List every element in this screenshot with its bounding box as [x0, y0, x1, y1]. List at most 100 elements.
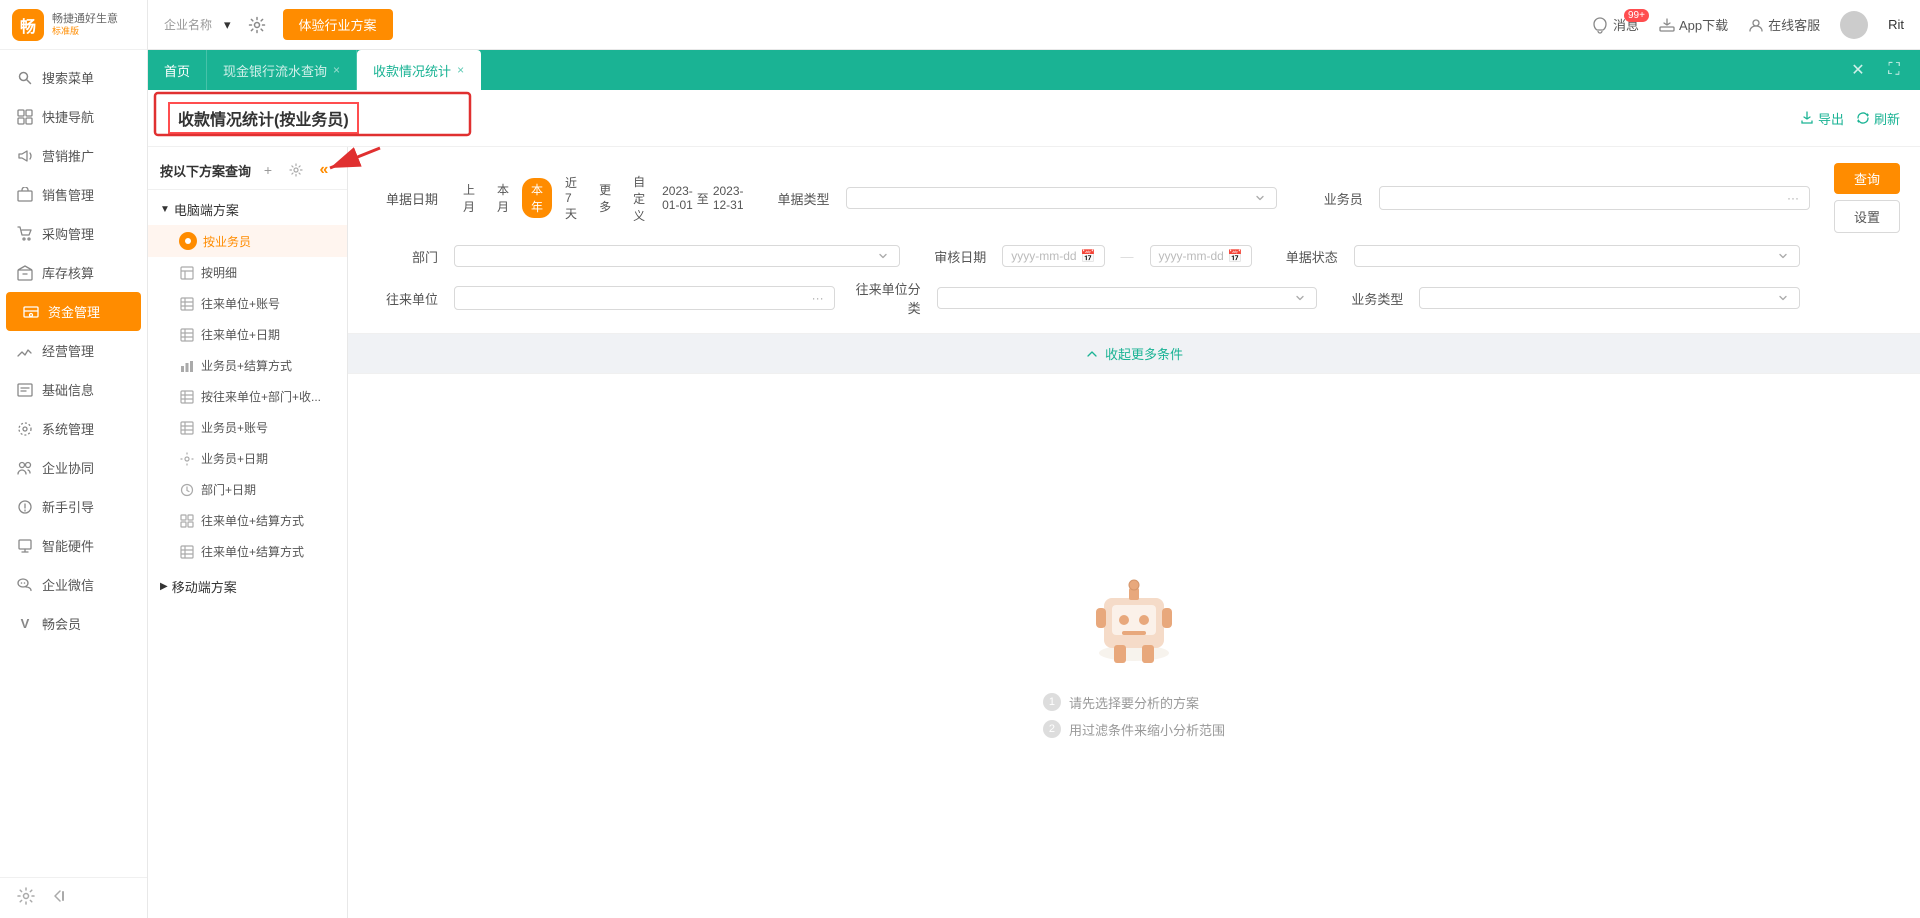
sidebar-item-system[interactable]: 系统管理 — [0, 409, 147, 448]
tab-close-all-btn[interactable]: ✕ — [1844, 56, 1872, 84]
filter-row-1: 单据日期 上月 本月 本年 近7天 更多 自定义 2023-01-01 至 — [368, 163, 1900, 233]
page-header: 收款情况统计(按业务员) 导出 刷新 — [148, 90, 1920, 147]
trial-button[interactable]: 体验行业方案 — [283, 9, 393, 40]
calendar-icon: 📅 — [1081, 249, 1096, 263]
sidebar-item-quick-nav[interactable]: 快捷导航 — [0, 97, 147, 136]
sidebar-item-member[interactable]: V 畅会员 — [0, 604, 147, 643]
desktop-scheme-group: ▼ 电脑端方案 按业务员 按明细 — [148, 194, 347, 567]
date-tab-custom[interactable]: 自定义 — [624, 170, 654, 227]
tab-close-collection-stats[interactable]: × — [457, 63, 464, 77]
partner-category-select[interactable] — [937, 287, 1318, 309]
scheme-item-partner-settlement2[interactable]: 往来单位+结算方式 — [148, 536, 347, 567]
salesperson-select[interactable]: ··· — [1379, 186, 1810, 210]
hardware-icon — [16, 537, 34, 555]
scheme-item-by-salesperson[interactable]: 按业务员 — [148, 225, 347, 257]
review-date-start[interactable]: yyyy-mm-dd 📅 — [1002, 245, 1104, 267]
sidebar-item-inventory[interactable]: 库存核算 — [0, 253, 147, 292]
mobile-scheme-group: ▶ 移动端方案 — [148, 571, 347, 602]
date-tab-this-year[interactable]: 本年 — [522, 178, 552, 218]
tab-bank-flow[interactable]: 现金银行流水查询 × — [207, 50, 357, 90]
sidebar-item-corp-coop[interactable]: 企业协同 — [0, 448, 147, 487]
query-button[interactable]: 查询 — [1834, 163, 1900, 194]
app-download-btn[interactable]: App下载 — [1659, 15, 1728, 34]
date-tab-last7[interactable]: 近7天 — [556, 171, 586, 225]
online-service-label: 在线客服 — [1768, 15, 1820, 34]
scheme-item-by-detail[interactable]: 按明细 — [148, 257, 347, 288]
settings-bottom-icon[interactable] — [16, 886, 36, 906]
wechat-icon — [16, 576, 34, 594]
scheme-item-salesperson-settlement[interactable]: 业务员+结算方式 — [148, 350, 347, 381]
scheme-item-dept-date[interactable]: 部门+日期 — [148, 474, 347, 505]
date-tab-more[interactable]: 更多 — [590, 178, 620, 218]
collapse-bar[interactable]: 收起更多条件 — [348, 334, 1920, 374]
breadcrumb: 企业名称 — [164, 16, 212, 33]
tab-collection-stats[interactable]: 收款情况统计 × — [357, 50, 481, 90]
sidebar-item-sales[interactable]: 销售管理 — [0, 175, 147, 214]
doc-type-select[interactable] — [846, 187, 1277, 209]
sidebar-item-wechat[interactable]: 企业微信 — [0, 565, 147, 604]
refresh-button[interactable]: 刷新 — [1856, 109, 1900, 128]
tab-bank-flow-label: 现金银行流水查询 — [223, 61, 327, 80]
left-panel-header: 按以下方案查询 + « — [148, 147, 347, 190]
sidebar-label: 销售管理 — [42, 185, 94, 204]
tab-home-label: 首页 — [164, 61, 190, 80]
calendar2-icon: 📅 — [1228, 249, 1243, 263]
message-btn[interactable]: 消息 99+ — [1591, 15, 1639, 34]
desktop-group-header[interactable]: ▼ 电脑端方案 — [148, 194, 347, 225]
sidebar-item-search-menu[interactable]: 搜索菜单 — [0, 58, 147, 97]
collapse-sidebar-icon[interactable] — [48, 886, 68, 906]
left-panel: 按以下方案查询 + « ▼ 电脑端方案 — [148, 147, 348, 918]
sidebar-item-marketing[interactable]: 营销推广 — [0, 136, 147, 175]
scheme-settings-icon[interactable] — [285, 159, 307, 181]
scheme-item-partner-date[interactable]: 往来单位+日期 — [148, 319, 347, 350]
sidebar-nav: 搜索菜单 快捷导航 营销推广 销售管理 采购管理 — [0, 50, 147, 877]
tab-bar-right: ✕ ⛶ — [1844, 56, 1920, 84]
active-scheme-icon — [179, 232, 197, 250]
scheme-item-partner-settlement1[interactable]: 往来单位+结算方式 — [148, 505, 347, 536]
sidebar-logo: 畅 畅捷通好生意 标准版 — [0, 0, 147, 50]
chevron-right-icon: ▶ — [160, 581, 168, 592]
system-icon — [16, 420, 34, 438]
mobile-group-header[interactable]: ▶ 移动端方案 — [148, 571, 347, 602]
settings-button[interactable]: 设置 — [1834, 200, 1900, 233]
online-service-btn[interactable]: 在线客服 — [1748, 15, 1820, 34]
biz-type-select[interactable] — [1419, 287, 1800, 309]
collapse-panel-icon[interactable]: « — [313, 159, 335, 181]
cart-icon — [16, 225, 34, 243]
sidebar-item-smart-hw[interactable]: 智能硬件 — [0, 526, 147, 565]
sidebar-item-purchase[interactable]: 采购管理 — [0, 214, 147, 253]
scheme-item-salesperson-date[interactable]: 业务员+日期 — [148, 443, 347, 474]
header-dropdown[interactable]: ▾ — [224, 17, 231, 33]
scheme-item-salesperson-account[interactable]: 业务员+账号 — [148, 412, 347, 443]
sidebar-item-operations[interactable]: 经营管理 — [0, 331, 147, 370]
partner-select[interactable]: ··· — [454, 286, 835, 310]
tab-expand-btn[interactable]: ⛶ — [1880, 56, 1908, 84]
export-label: 导出 — [1818, 109, 1844, 128]
sidebar-item-basic-info[interactable]: 基础信息 — [0, 370, 147, 409]
header-settings-icon[interactable] — [243, 11, 271, 39]
scheme-item-partner-dept-collection[interactable]: 按往来单位+部门+收... — [148, 381, 347, 412]
tab-close-bank-flow[interactable]: × — [333, 63, 340, 77]
sidebar-label: 营销推广 — [42, 146, 94, 165]
date-tab-this-month[interactable]: 本月 — [488, 178, 518, 218]
dept-select[interactable] — [454, 245, 900, 267]
scheme-item-partner-account[interactable]: 往来单位+账号 — [148, 288, 347, 319]
export-button[interactable]: 导出 — [1800, 109, 1844, 128]
doc-status-select[interactable] — [1354, 245, 1800, 267]
review-date-end[interactable]: yyyy-mm-dd 📅 — [1150, 245, 1252, 267]
tab-home[interactable]: 首页 — [148, 50, 207, 90]
scheme-item-label: 往来单位+结算方式 — [201, 512, 304, 529]
tab-collection-stats-label: 收款情况统计 — [373, 61, 451, 80]
box-icon — [16, 264, 34, 282]
user-avatar[interactable] — [1840, 11, 1868, 39]
left-panel-title: 按以下方案查询 — [160, 161, 251, 180]
date-filter-control: 上月 本月 本年 近7天 更多 自定义 2023-01-01 至 2023-12… — [454, 170, 744, 227]
sidebar-item-guide[interactable]: 新手引导 — [0, 487, 147, 526]
review-date-label: 审核日期 — [916, 247, 986, 266]
table2-icon — [179, 327, 195, 343]
biz-type-label: 业务类型 — [1333, 289, 1403, 308]
date-tab-last-month[interactable]: 上月 — [454, 178, 484, 218]
sidebar-item-finance[interactable]: 资金管理 — [6, 292, 141, 331]
add-scheme-icon[interactable]: + — [257, 159, 279, 181]
logo-icon: 畅 — [12, 9, 44, 41]
